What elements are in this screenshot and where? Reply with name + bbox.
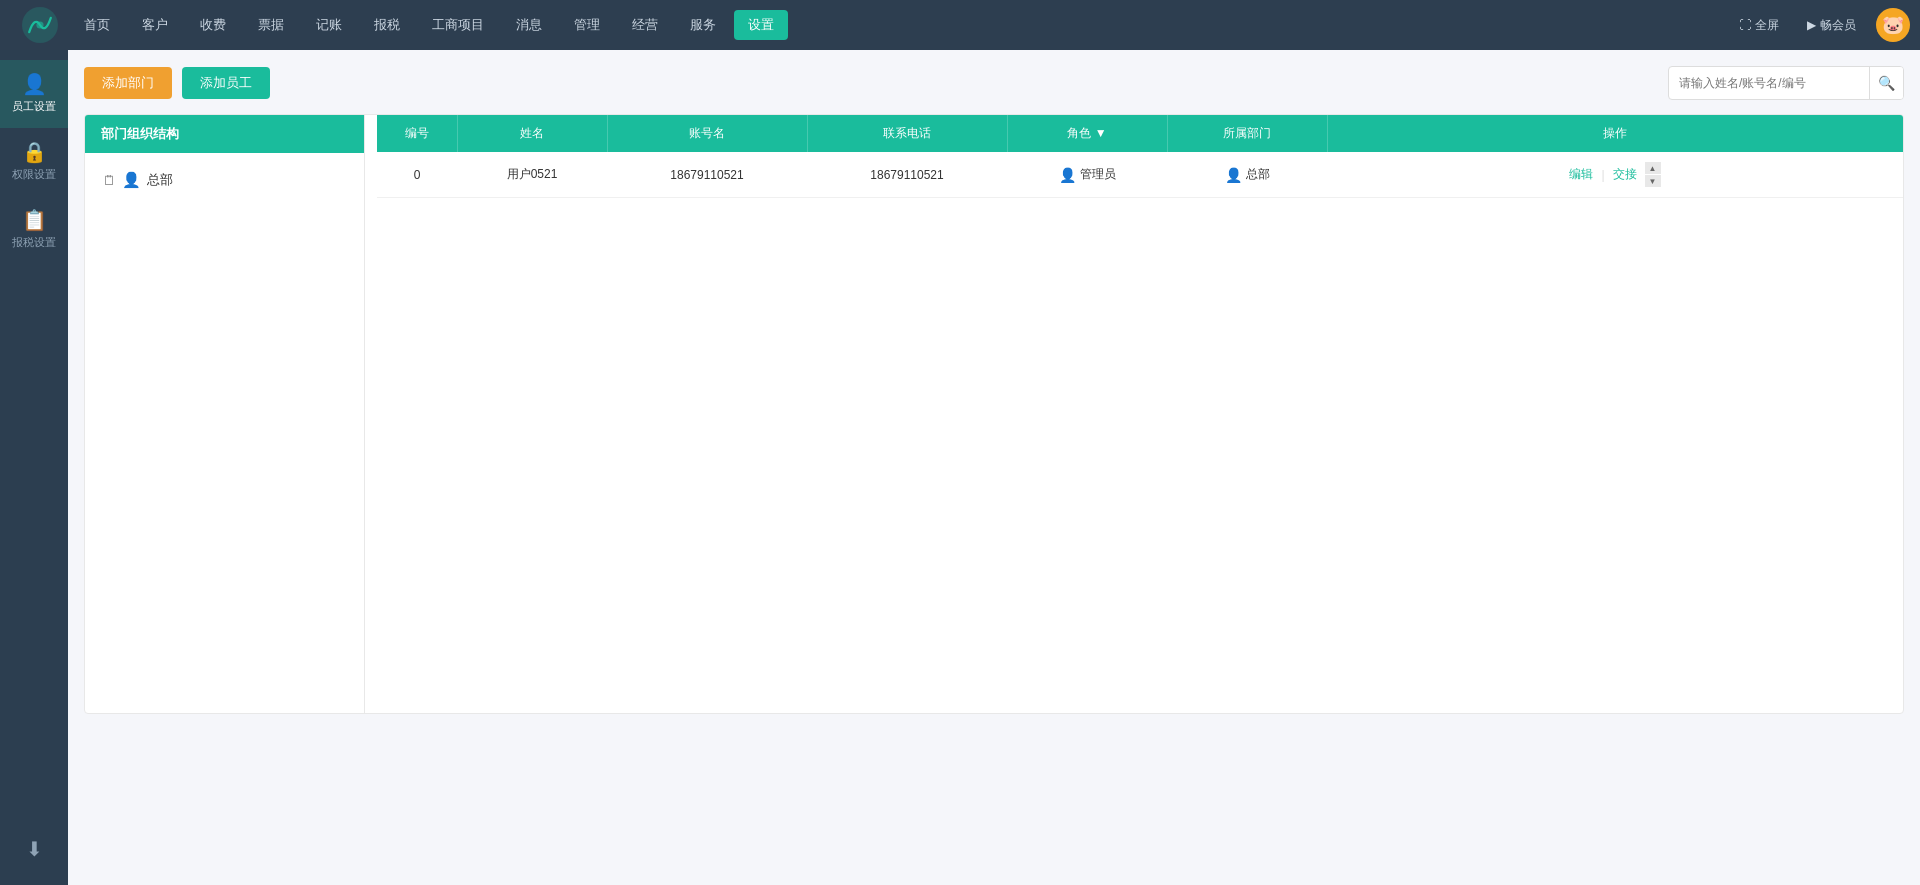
sidebar: 👤 员工设置 🔒 权限设置 📋 报税设置 ⬇ [0,50,68,885]
dept-badge-icon: 👤 [1225,167,1242,183]
main-wrapper: 👤 员工设置 🔒 权限设置 📋 报税设置 ⬇ 添加部门 添加员工 🔍 [0,50,1920,885]
sidebar-item-tax-label: 报税设置 [12,235,56,250]
avatar[interactable]: 🐷 [1876,8,1910,42]
sidebar-item-employee-label: 员工设置 [12,99,56,114]
nav-item-tax[interactable]: 报税 [360,10,414,40]
member-label: 畅会员 [1820,17,1856,34]
dept-tree-header: 部门组织结构 [85,115,364,153]
tax-icon: 📋 [22,210,47,230]
cell-account: 18679110521 [607,152,807,198]
scroll-up-btn[interactable]: ▲ [1645,162,1661,174]
body-split: 部门组织结构 🗒 👤 总部 编号 姓名 账号名 [84,114,1904,714]
member-button[interactable]: ▶ 畅会员 [1799,13,1864,38]
toolbar: 添加部门 添加员工 🔍 [84,66,1904,100]
col-header-no: 编号 [377,115,457,152]
cell-name: 用户0521 [457,152,607,198]
svg-point-1 [36,21,43,28]
nav-items: 首页 客户 收费 票据 记账 报税 工商项目 消息 管理 经营 服务 设置 [70,10,1731,40]
cell-dept: 👤 总部 [1167,152,1327,198]
edit-link[interactable]: 编辑 [1569,166,1593,183]
tree-node-label: 总部 [147,171,346,189]
role-badge-icon: 👤 [1059,167,1076,183]
col-header-phone: 联系电话 [807,115,1007,152]
lock-icon: 🔒 [22,142,47,162]
download-icon: ⬇ [26,839,43,859]
tree-user-icon: 👤 [122,171,141,189]
col-header-role: 角色 ▼ [1007,115,1167,152]
file-icon: 🗒 [103,173,116,188]
add-employee-button[interactable]: 添加员工 [182,67,270,99]
search-input[interactable] [1669,70,1869,96]
col-header-dept: 所属部门 [1167,115,1327,152]
nav-item-settings[interactable]: 设置 [734,10,788,40]
table-body: 0 用户0521 18679110521 18679110521 👤 管理员 [377,152,1903,198]
nav-item-bill[interactable]: 票据 [244,10,298,40]
fullscreen-icon: ⛶ [1739,18,1751,32]
nav-item-operation[interactable]: 经营 [618,10,672,40]
nav-item-fee[interactable]: 收费 [186,10,240,40]
cell-role: 👤 管理员 [1007,152,1167,198]
employee-icon: 👤 [22,74,47,94]
search-icon: 🔍 [1878,75,1895,91]
scroll-down-btn[interactable]: ▼ [1645,175,1661,187]
dept-label: 总部 [1246,166,1270,183]
table-header-row: 编号 姓名 账号名 联系电话 角色 ▼ 所属部门 操作 [377,115,1903,152]
sidebar-item-download[interactable]: ⬇ [0,825,68,873]
row-scroll-btns: ▲ ▼ [1645,162,1661,187]
nav-item-home[interactable]: 首页 [70,10,124,40]
search-button[interactable]: 🔍 [1869,67,1903,99]
nav-item-service[interactable]: 服务 [676,10,730,40]
add-dept-button[interactable]: 添加部门 [84,67,172,99]
nav-item-account[interactable]: 记账 [302,10,356,40]
col-header-name: 姓名 [457,115,607,152]
cell-no: 0 [377,152,457,198]
sidebar-item-employee[interactable]: 👤 员工设置 [0,60,68,128]
dept-tree: 部门组织结构 🗒 👤 总部 [85,115,365,713]
data-table: 编号 姓名 账号名 联系电话 角色 ▼ 所属部门 操作 [377,115,1903,198]
content-area: 添加部门 添加员工 🔍 部门组织结构 🗒 👤 总部 [68,50,1920,885]
sidebar-item-tax-settings[interactable]: 📋 报税设置 [0,196,68,264]
table-row: 0 用户0521 18679110521 18679110521 👤 管理员 [377,152,1903,198]
sidebar-item-permission-label: 权限设置 [12,167,56,182]
action-divider: | [1601,168,1604,182]
play-icon: ▶ [1807,18,1816,32]
fullscreen-button[interactable]: ⛶ 全屏 [1731,13,1787,38]
dept-tree-body: 🗒 👤 总部 [85,153,364,207]
transfer-link[interactable]: 交接 [1613,166,1637,183]
nav-right: ⛶ 全屏 ▶ 畅会员 🐷 [1731,8,1910,42]
filter-icon[interactable]: ▼ [1095,126,1107,140]
role-label: 管理员 [1080,166,1116,183]
tree-node-general[interactable]: 🗒 👤 总部 [97,163,352,197]
employee-table: 编号 姓名 账号名 联系电话 角色 ▼ 所属部门 操作 [377,115,1903,713]
nav-item-client[interactable]: 客户 [128,10,182,40]
cell-actions: 编辑 | 交接 ▲ ▼ [1327,152,1903,198]
fullscreen-label: 全屏 [1755,17,1779,34]
logo [10,7,70,43]
col-header-account: 账号名 [607,115,807,152]
nav-item-business[interactable]: 工商项目 [418,10,498,40]
nav-item-message[interactable]: 消息 [502,10,556,40]
nav-item-manage[interactable]: 管理 [560,10,614,40]
search-container: 🔍 [1668,66,1904,100]
top-navigation: 首页 客户 收费 票据 记账 报税 工商项目 消息 管理 经营 服务 设置 ⛶ … [0,0,1920,50]
cell-phone: 18679110521 [807,152,1007,198]
sidebar-item-permission[interactable]: 🔒 权限设置 [0,128,68,196]
col-header-actions: 操作 [1327,115,1903,152]
